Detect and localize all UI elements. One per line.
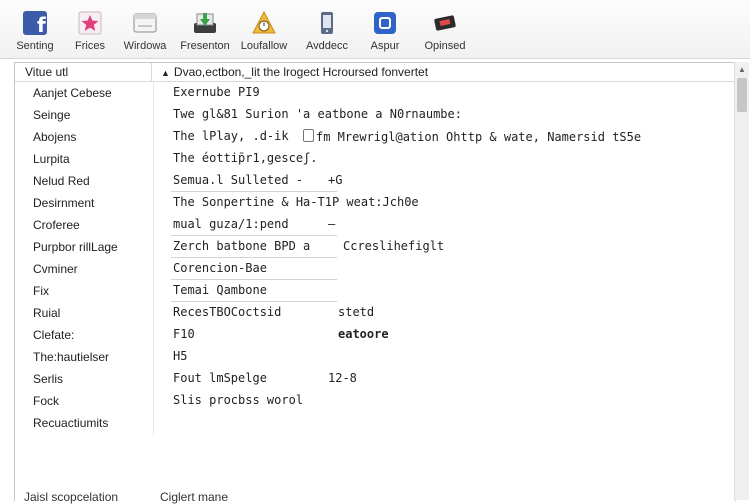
- facebook-icon: f: [23, 11, 47, 36]
- property-label: Seinge: [33, 108, 71, 122]
- property-extra: —: [328, 217, 336, 231]
- property-row[interactable]: Aanjet Cebese Exernube PI9: [33, 83, 733, 105]
- property-value: Twe gl&81 Surion 'a eatbone a N0rnaumbe:: [173, 107, 462, 121]
- field-underline: [171, 257, 337, 258]
- property-extra: Ccreslihefiglt: [343, 239, 445, 253]
- toolbar: f Senting Frices Wirdowa Fresenton Loufa…: [0, 0, 750, 59]
- property-rows: Aanjet Cebese Exernube PI9 Seinge Twe gl&8…: [33, 83, 733, 435]
- download-tray-icon: [194, 13, 216, 33]
- property-value: Exernube PI9: [173, 85, 260, 99]
- property-value: mual guza/1:pend: [173, 217, 289, 231]
- panel-header: Vitue utl ▲ Dvao,ectbon,_lit the lrogect …: [15, 63, 734, 82]
- property-label: Purpbor rillLage: [33, 240, 118, 254]
- property-value: Semua.l Sulleted -: [173, 173, 304, 187]
- property-row[interactable]: Serlis Fout lmSpelge 12-8: [33, 369, 733, 391]
- property-label: The:hautielser: [33, 350, 110, 364]
- star-icon: [78, 11, 102, 35]
- scrollbar-thumb[interactable]: [737, 78, 747, 112]
- property-value: RecesTBOCoctsid: [173, 305, 282, 319]
- property-row[interactable]: The:hautielser H5: [33, 347, 733, 369]
- property-row[interactable]: Seinge Twe gl&81 Surion 'a eatbone a N0rn…: [33, 105, 733, 127]
- property-label: Croferee: [33, 218, 80, 232]
- property-label: Aanjet Cebese: [33, 86, 112, 100]
- property-row[interactable]: Recuactiumits: [33, 413, 733, 435]
- property-row[interactable]: Abojens The lPlay, .d-ik fm Mrewrigl@ation…: [33, 127, 733, 149]
- property-value: H5: [173, 349, 188, 363]
- property-label: Lurpita: [33, 152, 70, 166]
- property-value: Zerch batbone BPD a: [173, 239, 311, 253]
- vertical-scrollbar[interactable]: ▲: [734, 62, 749, 500]
- svg-text:f: f: [37, 13, 46, 36]
- field-underline: [171, 235, 337, 236]
- property-row[interactable]: Desirnment The Sonpertine & Ha-T1P weat:J…: [33, 193, 733, 215]
- property-label: Abojens: [33, 130, 77, 144]
- property-value: Temai Qambone: [173, 283, 267, 297]
- document-icon: [303, 129, 314, 142]
- property-label: Fix: [33, 284, 49, 298]
- property-value: Corencion-Bae: [173, 261, 267, 275]
- properties-panel: Vitue utl ▲ Dvao,ectbon,_lit the lrogect …: [14, 62, 736, 501]
- property-value: F10: [173, 327, 195, 341]
- property-row[interactable]: Cvminer Corencion-Bae: [33, 259, 733, 281]
- toolbar-button-loufallow[interactable]: Loufallow: [229, 8, 299, 56]
- property-extra: +G: [328, 173, 343, 187]
- property-row[interactable]: Ruial RecesTBOCoctsid stetd: [33, 303, 733, 325]
- window-icon: [133, 13, 157, 33]
- field-underline: [171, 191, 337, 192]
- property-row[interactable]: Nelud Red Semua.l Sulleted - +G: [33, 171, 733, 193]
- property-value: The Sonpertine & Ha-T1P weat:Jch0e: [173, 195, 419, 209]
- field-underline: [171, 301, 337, 302]
- property-label: Nelud Red: [33, 174, 90, 188]
- toolbar-label: Loufallow: [240, 40, 288, 52]
- scroll-up-icon[interactable]: ▲: [738, 65, 746, 74]
- property-label: Cvminer: [33, 262, 78, 276]
- property-value: Slis procbss worol: [173, 393, 304, 407]
- property-row[interactable]: Croferee mual guza/1:pend —: [33, 215, 733, 237]
- toolbar-label: Opinsed: [424, 40, 466, 52]
- stopwatch-icon: [252, 10, 276, 34]
- property-label: Fock: [33, 394, 60, 408]
- footer-right-text: Ciglert mane: [160, 490, 229, 504]
- property-value: The éottip̄r1,gesceʃ.: [173, 151, 318, 165]
- property-label: Clefate:: [33, 328, 75, 342]
- property-extra: stetd: [338, 305, 375, 319]
- property-value: The lPlay, .d-ik: [173, 129, 289, 143]
- property-row[interactable]: Purpbor rillLage Zerch batbone BPD a Ccres…: [33, 237, 733, 259]
- property-value: Fout lmSpelge: [173, 371, 267, 385]
- property-extra: 12-8: [328, 371, 357, 385]
- property-row[interactable]: Fix Temai Qambone: [33, 281, 733, 303]
- field-underline: [171, 279, 337, 280]
- footer-left-text: Jaisl scopcelation: [24, 490, 119, 504]
- panel-header-left: Vitue utl: [25, 65, 69, 79]
- property-extra: fm Mrewrigl@ation Ohttp & wate, Namersid…: [316, 130, 642, 144]
- ticket-icon: [434, 15, 456, 31]
- phone-device-icon: [321, 12, 333, 34]
- panel-header-right-text: Dvao,ectbon,_lit the lrogect Hcroursed f…: [173, 65, 429, 79]
- sort-up-icon: ▲: [161, 68, 170, 78]
- property-extra: eatoore: [338, 327, 389, 341]
- property-row[interactable]: Fock Slis procbss worol: [33, 391, 733, 413]
- property-row[interactable]: Clefate: F10 eatoore: [33, 325, 733, 347]
- property-label: Desirnment: [33, 196, 95, 210]
- property-label: Serlis: [33, 372, 64, 386]
- property-label: Ruial: [33, 306, 61, 320]
- property-label: Recuactiumits: [33, 416, 109, 430]
- panel-header-right[interactable]: ▲ Dvao,ectbon,_lit the lrogect Hcroursed …: [161, 65, 428, 79]
- toolbar-button-opinsed[interactable]: Opinsed: [410, 8, 480, 56]
- blue-app-icon: [374, 12, 396, 34]
- property-row[interactable]: Lurpita The éottip̄r1,gesceʃ.: [33, 149, 733, 171]
